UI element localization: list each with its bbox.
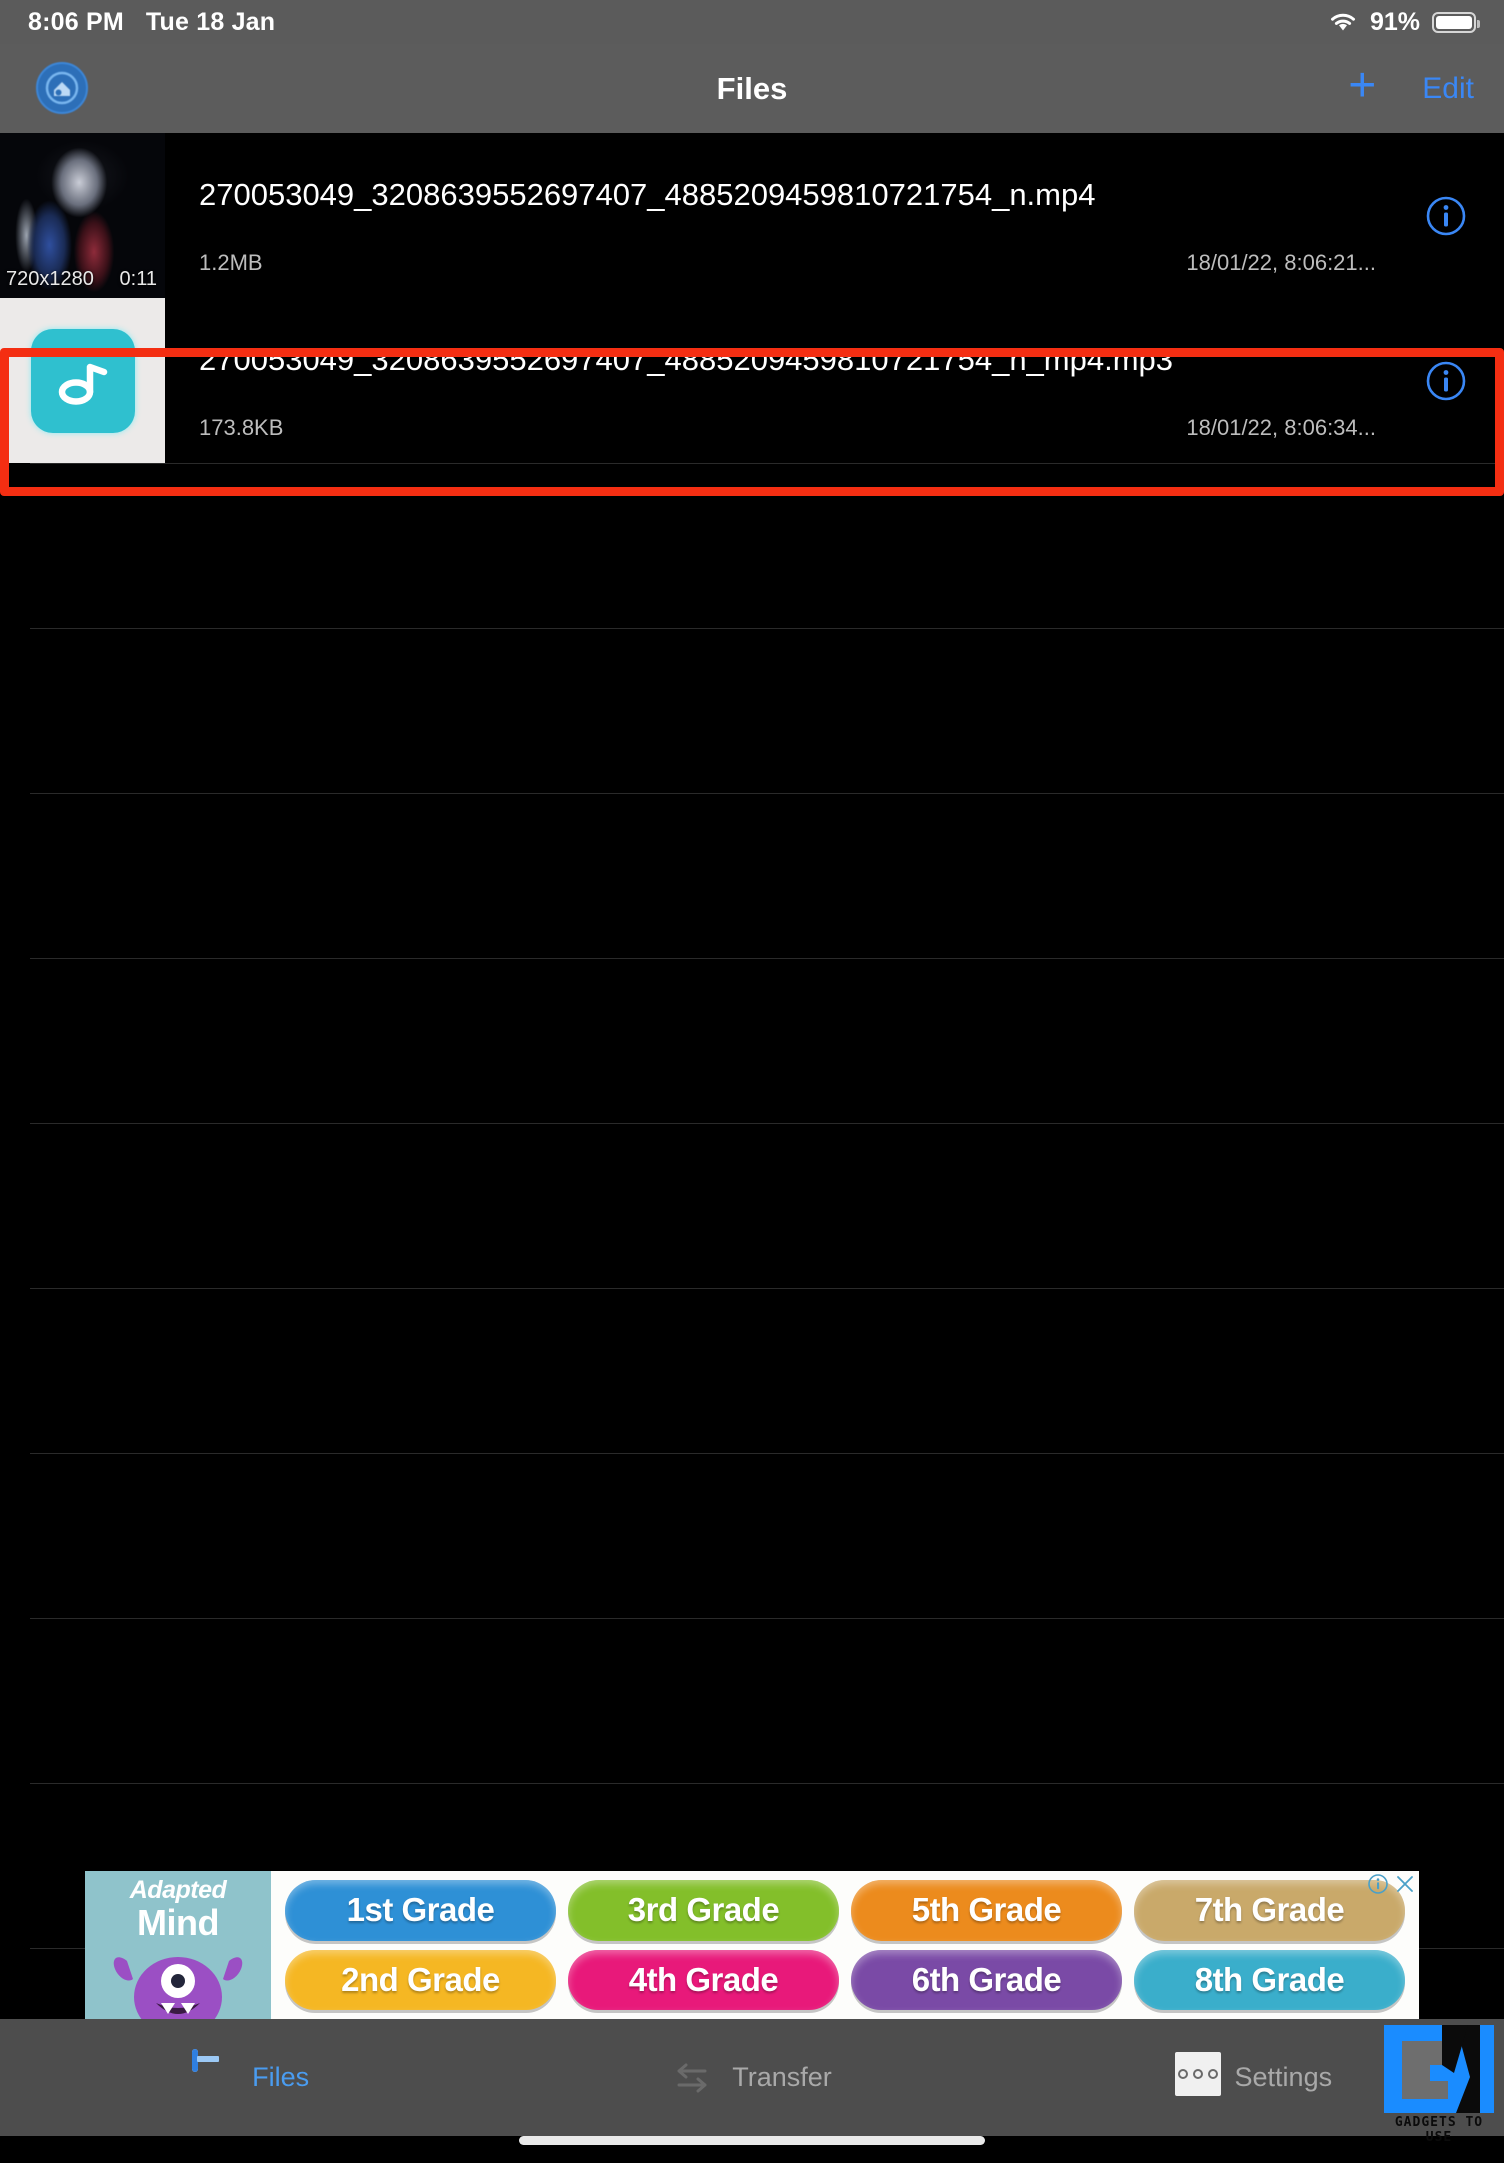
table-row[interactable]: 270053049_3208639552697407_4885209459810… — [0, 298, 1504, 463]
ad-grade-buttons[interactable]: 1st Grade 3rd Grade 5th Grade 7th Grade … — [271, 1871, 1419, 2019]
page-title: Files — [716, 70, 788, 106]
tab-label: Settings — [1234, 2062, 1333, 2092]
monster-mascot-icon — [103, 1945, 253, 2019]
navigation-bar: Files + Edit — [0, 44, 1504, 133]
status-time: 8:06 PM — [28, 7, 124, 36]
list-item — [0, 628, 1504, 793]
file-size: 173.8KB — [199, 415, 284, 440]
add-file-button[interactable]: + — [1348, 61, 1376, 116]
status-bar-right: 91% — [1328, 0, 1480, 44]
list-item — [0, 463, 1504, 628]
file-thumbnail — [0, 298, 165, 463]
file-size: 1.2MB — [199, 250, 263, 275]
folder-icon — [192, 2048, 238, 2104]
music-note-icon — [30, 328, 135, 433]
video-resolution-label: 720x1280 — [6, 268, 94, 290]
tab-label: Files — [252, 2062, 310, 2092]
ad-brand-line2: Mind — [137, 1902, 219, 1943]
transfer-icon — [672, 2052, 718, 2104]
file-list[interactable]: 720x1280 0:11 270053049_3208639552697407… — [0, 133, 1504, 1949]
battery-percent: 91% — [1369, 7, 1420, 36]
table-row[interactable]: 720x1280 0:11 270053049_3208639552697407… — [0, 133, 1504, 298]
list-item — [0, 1288, 1504, 1453]
ad-grade-button[interactable]: 8th Grade — [1134, 1949, 1405, 2010]
ad-grade-button[interactable]: 4th Grade — [568, 1949, 839, 2010]
empty-list-area — [0, 463, 1504, 2113]
list-item — [0, 1453, 1504, 1618]
tab-transfer[interactable]: Transfer — [501, 2019, 1002, 2136]
audio-thumbnail-image — [0, 298, 165, 463]
ad-close-icon[interactable] — [1394, 1873, 1416, 1895]
ad-brand-line1: Adapted — [129, 1876, 227, 1904]
ad-grade-button[interactable]: 5th Grade — [851, 1880, 1122, 1941]
navigation-actions: + Edit — [1348, 44, 1474, 133]
file-row-details: 270053049_3208639552697407_4885209459810… — [165, 298, 1504, 463]
watermark-text: GADGETS TO USE — [1394, 2115, 1484, 2145]
ad-controls[interactable] — [1367, 1873, 1416, 1895]
status-date: Tue 18 Jan — [145, 7, 276, 36]
ad-grade-button[interactable]: 1st Grade — [285, 1880, 556, 1941]
file-date: 18/01/22, 8:06:34... — [1186, 415, 1376, 440]
ad-brand-block: Adapted Mind — [85, 1871, 271, 2019]
app-screen: 8:06 PM Tue 18 Jan 91% Files + Edit 720x… — [0, 0, 1504, 2163]
tab-bar: Files Transfer Settings — [0, 2019, 1504, 2136]
advertisement-banner[interactable]: Adapted Mind 1st Grade 3rd Grade 5th Gra… — [85, 1871, 1419, 2019]
video-duration-label: 0:11 — [119, 268, 157, 290]
file-row-details: 270053049_3208639552697407_4885209459810… — [165, 133, 1504, 298]
battery-icon — [1432, 11, 1480, 33]
ad-grade-button[interactable]: 2nd Grade — [285, 1949, 556, 2010]
edit-button[interactable]: Edit — [1422, 72, 1474, 106]
file-thumbnail: 720x1280 0:11 — [0, 133, 165, 298]
list-item — [0, 1123, 1504, 1288]
home-indicator[interactable] — [519, 2136, 985, 2145]
file-name: 270053049_3208639552697407_4885209459810… — [199, 342, 1174, 377]
settings-dots-icon — [1174, 2051, 1221, 2104]
ad-grade-button[interactable]: 3rd Grade — [568, 1880, 839, 1941]
tab-label: Transfer — [732, 2062, 832, 2092]
watermark-logo: GADGETS TO USE — [1384, 2025, 1494, 2145]
ad-grade-button[interactable]: 6th Grade — [851, 1949, 1122, 2010]
list-item — [0, 793, 1504, 958]
file-name: 270053049_3208639552697407_4885209459810… — [199, 177, 1096, 212]
info-icon[interactable] — [1424, 359, 1468, 403]
list-item — [0, 1618, 1504, 1783]
list-item — [0, 958, 1504, 1123]
wifi-icon — [1328, 11, 1358, 33]
info-icon[interactable] — [1424, 194, 1468, 238]
status-bar: 8:06 PM Tue 18 Jan 91% — [0, 0, 1504, 44]
tab-files[interactable]: Files — [0, 2019, 501, 2136]
ad-info-icon[interactable] — [1367, 1873, 1389, 1895]
file-date: 18/01/22, 8:06:21... — [1186, 250, 1376, 275]
status-bar-left: 8:06 PM Tue 18 Jan — [28, 8, 275, 37]
ad-grade-button[interactable]: 7th Grade — [1134, 1880, 1405, 1941]
